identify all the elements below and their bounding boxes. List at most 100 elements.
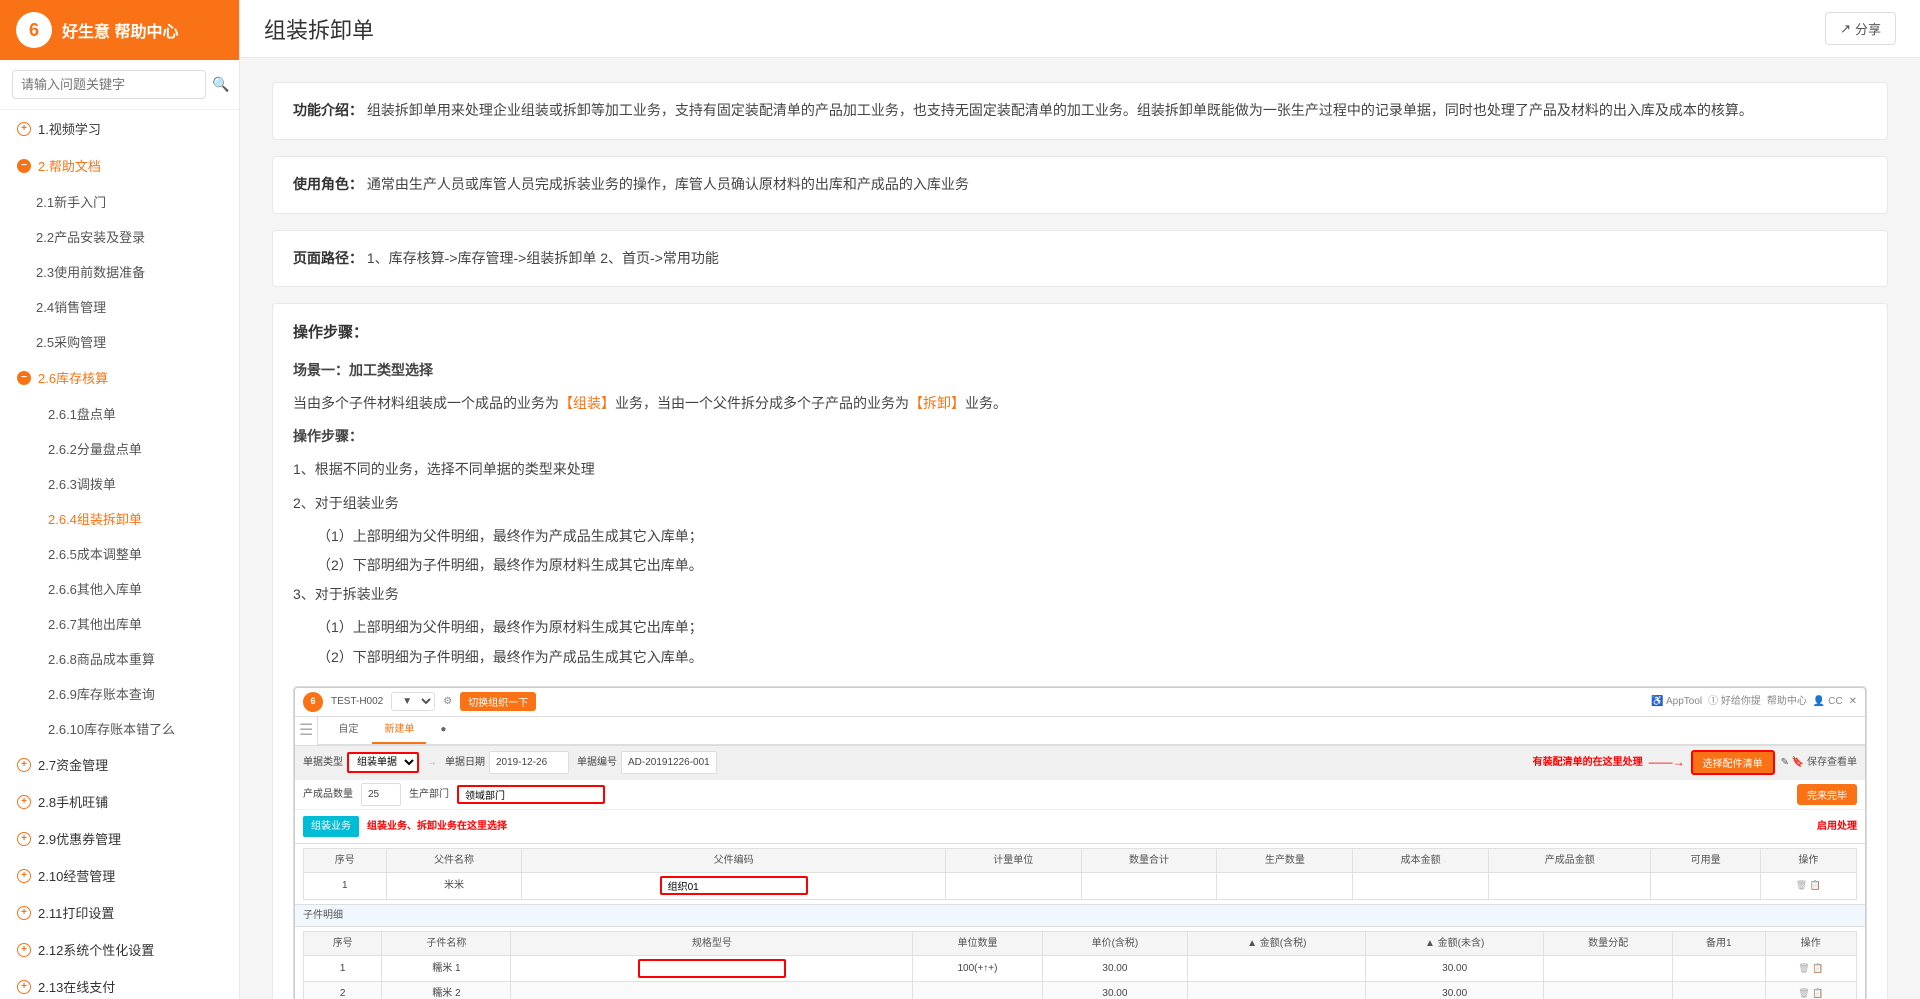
sidebar-item-docs[interactable]: − 2.帮助文档 xyxy=(0,147,239,184)
child-col-spec: 规格型号 xyxy=(511,931,913,955)
sidebar-item-assemble[interactable]: 2.6.4组装拆卸单 xyxy=(0,501,239,536)
child-table-row-2: 2 糯米 2 30.00 30.00 xyxy=(304,981,1857,999)
mock-child-table-wrap: 序号 子件名称 规格型号 单位数量 单价(含税) ▲ 金额(含税) ▲ 金额(未… xyxy=(295,927,1865,999)
sidebar-item-pay[interactable]: + 2.13在线支付 xyxy=(0,968,239,999)
sidebar-item-sales[interactable]: 2.4销售管理 xyxy=(0,289,239,324)
sidebar-item-install-label: 2.2产品安装及登录 xyxy=(36,230,145,245)
mock-confirm-btn[interactable]: 完来完毕 xyxy=(1797,784,1857,805)
sidebar-item-customize[interactable]: + 2.12系统个性化设置 xyxy=(0,931,239,968)
step2: 2、对于组装业务 xyxy=(293,491,1867,516)
sidebar-item-coupon[interactable]: + 2.9优惠券管理 xyxy=(0,820,239,857)
cell-prod-qty xyxy=(1217,872,1353,899)
mock-date-field: 单据日期 2019-12-26 xyxy=(445,751,569,774)
search-input[interactable] xyxy=(12,70,206,99)
sidebar-item-adjust[interactable]: 2.6.3调拨单 xyxy=(0,466,239,501)
sidebar-item-ledger-err[interactable]: 2.6.10库存账本错了么 xyxy=(0,711,239,746)
sidebar-item-biz[interactable]: + 2.10经营管理 xyxy=(0,857,239,894)
pay-plus-icon: + xyxy=(16,979,32,995)
mock-dept-input[interactable] xyxy=(457,785,605,804)
cell-finish-cost xyxy=(1489,872,1651,899)
screenshot-mock: 6 TEST-H002 ▼ ⚙ 切换组织一下 ♿ AppTool ① 好给你提 … xyxy=(294,687,1866,999)
sidebar-item-costadjust[interactable]: 2.6.5成本调整单 xyxy=(0,536,239,571)
share-button[interactable]: ↗ 分享 xyxy=(1825,12,1896,45)
intro-card: 功能介绍： 组装拆卸单用来处理企业组装或拆卸等加工业务，支持有固定装配清单的产品… xyxy=(272,82,1888,140)
ops-step-title: 操作步骤： xyxy=(293,424,1867,449)
content-area: 功能介绍： 组装拆卸单用来处理企业组装或拆卸等加工业务，支持有固定装配清单的产品… xyxy=(240,58,1920,999)
sidebar-item-purchase[interactable]: 2.5采购管理 xyxy=(0,324,239,359)
sidebar: 6 好生意 帮助中心 🔍 + 1.视频学习 − 2.帮助文档 2.1新手入门 2… xyxy=(0,0,240,999)
mock-code-label: 单据编号 xyxy=(577,754,617,771)
child-col-spare: 备用1 xyxy=(1673,931,1765,955)
minus-icon: − xyxy=(16,158,32,174)
mock-qty-value: 25 xyxy=(361,783,401,806)
mock-menu-icon[interactable]: ☰ xyxy=(299,717,313,744)
mock-logo: 6 xyxy=(303,692,323,712)
search-button[interactable]: 🔍 xyxy=(212,76,229,93)
mock-code-value: AD-20191226-001 xyxy=(621,751,717,774)
ops-card: 操作步骤： 场景一：加工类型选择 当由多个子件材料组装成一个成品的业务为【组装】… xyxy=(272,303,1888,999)
action-icon[interactable]: 🗑 📋 xyxy=(1796,880,1821,890)
sidebar-item-ledger[interactable]: 2.6.9库存账本查询 xyxy=(0,676,239,711)
mock-field-row: 单据类型 组装单据 拆卸单据 → 单据日期 2019-12-26 xyxy=(295,746,1865,780)
child-col-amt-tax: ▲ 金额(含税) xyxy=(1188,931,1366,955)
nav-section: + 1.视频学习 − 2.帮助文档 2.1新手入门 2.2产品安装及登录 2.3… xyxy=(0,110,239,999)
mock-code-field: 单据编号 AD-20191226-001 xyxy=(577,751,717,774)
mock-alert-icon: ① 好给你提 xyxy=(1708,693,1761,710)
child-table-row-1: 1 糯米 1 100(+↑+) 30.00 30.00 xyxy=(304,955,1857,981)
mock-tab-dot[interactable]: ● xyxy=(428,717,458,744)
path-text: 1、库存核算->库存管理->组装拆卸单 2、首页->常用功能 xyxy=(367,250,719,266)
path-label: 页面路径： xyxy=(293,250,363,266)
mock-child-input[interactable] xyxy=(638,959,786,978)
sidebar-item-otherin[interactable]: 2.6.6其他入库单 xyxy=(0,571,239,606)
sidebar-item-print[interactable]: + 2.11打印设置 xyxy=(0,894,239,931)
sidebar-item-mobile[interactable]: + 2.8手机旺铺 xyxy=(0,783,239,820)
mock-parent-table-header: 序号 父件名称 父件编码 计量单位 数量合计 生产数量 成本金额 产成品金额 可 xyxy=(304,848,1857,872)
child-action-icon-2[interactable]: 🗑 📋 xyxy=(1798,988,1823,998)
sidebar-item-finance[interactable]: + 2.7资金管理 xyxy=(0,746,239,783)
mock-child-section: 子件明细 xyxy=(295,904,1865,927)
mock-section-label: 组装业务 xyxy=(303,816,359,837)
sidebar-item-video[interactable]: + 1.视频学习 xyxy=(0,110,239,147)
ops-title: 操作步骤： xyxy=(293,320,1867,346)
mock-nav-btn[interactable]: 切换组织一下 xyxy=(460,692,536,711)
mock-app-icon: ♿ AppTool xyxy=(1651,693,1702,710)
sidebar-item-new[interactable]: 2.1新手入门 xyxy=(0,184,239,219)
cell-unit xyxy=(945,872,1081,899)
sub-step-disassemble-1: （1）上部明细为父件明细，最终作为原材料生成其它出库单； xyxy=(293,615,1867,640)
mock-child-table-header: 序号 子件名称 规格型号 单位数量 单价(含税) ▲ 金额(含税) ▲ 金额(未… xyxy=(304,931,1857,955)
child-action-icon[interactable]: 🗑 📋 xyxy=(1798,963,1823,973)
finance-plus-icon: + xyxy=(16,757,32,773)
mock-company-select[interactable]: ▼ xyxy=(391,692,435,711)
mock-help-icon: 帮助中心 xyxy=(1767,693,1807,710)
scene1-desc: 当由多个子件材料组装成一个成品的业务为【组装】业务，当由一个父件拆分成多个子产品… xyxy=(293,391,1867,416)
page-title: 组装拆卸单 xyxy=(264,13,374,45)
col-finish-cost: 产成品金额 xyxy=(1489,848,1651,872)
customize-plus-icon: + xyxy=(16,942,32,958)
mock-tab-new[interactable]: 新建单 xyxy=(372,717,426,744)
cell-parent-name: 米米 xyxy=(386,872,522,899)
mock-close-icon[interactable]: ✕ xyxy=(1849,693,1857,710)
mock-sidebar-toggle: ☰ xyxy=(295,717,318,745)
mock-sub-form-row: 产成品数量 25 生产部门 完来完毕 xyxy=(295,780,1865,810)
share-icon: ↗ xyxy=(1840,21,1851,37)
sidebar-item-data[interactable]: 2.3使用前数据准备 xyxy=(0,254,239,289)
sidebar-item-install[interactable]: 2.2产品安装及登录 xyxy=(0,219,239,254)
mock-confirm-btn-area: 完来完毕 xyxy=(1797,784,1857,805)
sidebar-item-count[interactable]: 2.6.1盘点单 xyxy=(0,396,239,431)
sidebar-item-costrecompute[interactable]: 2.6.8商品成本重算 xyxy=(0,641,239,676)
annotation1-area: 有装配清单的在这里处理 ——→ 选择配件清单 ✎ 🔖 保存查看单 xyxy=(1533,750,1857,775)
mock-code-input[interactable] xyxy=(660,876,808,895)
sidebar-item-inventory[interactable]: − 2.6库存核算 xyxy=(0,359,239,396)
sidebar-item-inventory-label: 2.6库存核算 xyxy=(38,368,108,387)
mock-select-bom-btn[interactable]: 选择配件清单 xyxy=(1691,750,1775,775)
cell-action: 🗑 📋 xyxy=(1760,872,1856,899)
annotation2-text: 组装业务、拆卸业务在这里选择 xyxy=(367,818,507,835)
mock-company: TEST-H002 xyxy=(331,693,383,710)
intro-label: 功能介绍： xyxy=(293,102,363,118)
sidebar-item-split[interactable]: 2.6.2分量盘点单 xyxy=(0,431,239,466)
sub-step-disassemble-2: （2）下部明细为子件明细，最终作为产成品生成其它入库单。 xyxy=(293,645,1867,670)
mock-tab-custom[interactable]: 自定 xyxy=(326,717,370,744)
sidebar-item-otherout[interactable]: 2.6.7其他出库单 xyxy=(0,606,239,641)
mock-type-select[interactable]: 组装单据 拆卸单据 xyxy=(347,752,419,773)
cell-total-qty xyxy=(1081,872,1217,899)
